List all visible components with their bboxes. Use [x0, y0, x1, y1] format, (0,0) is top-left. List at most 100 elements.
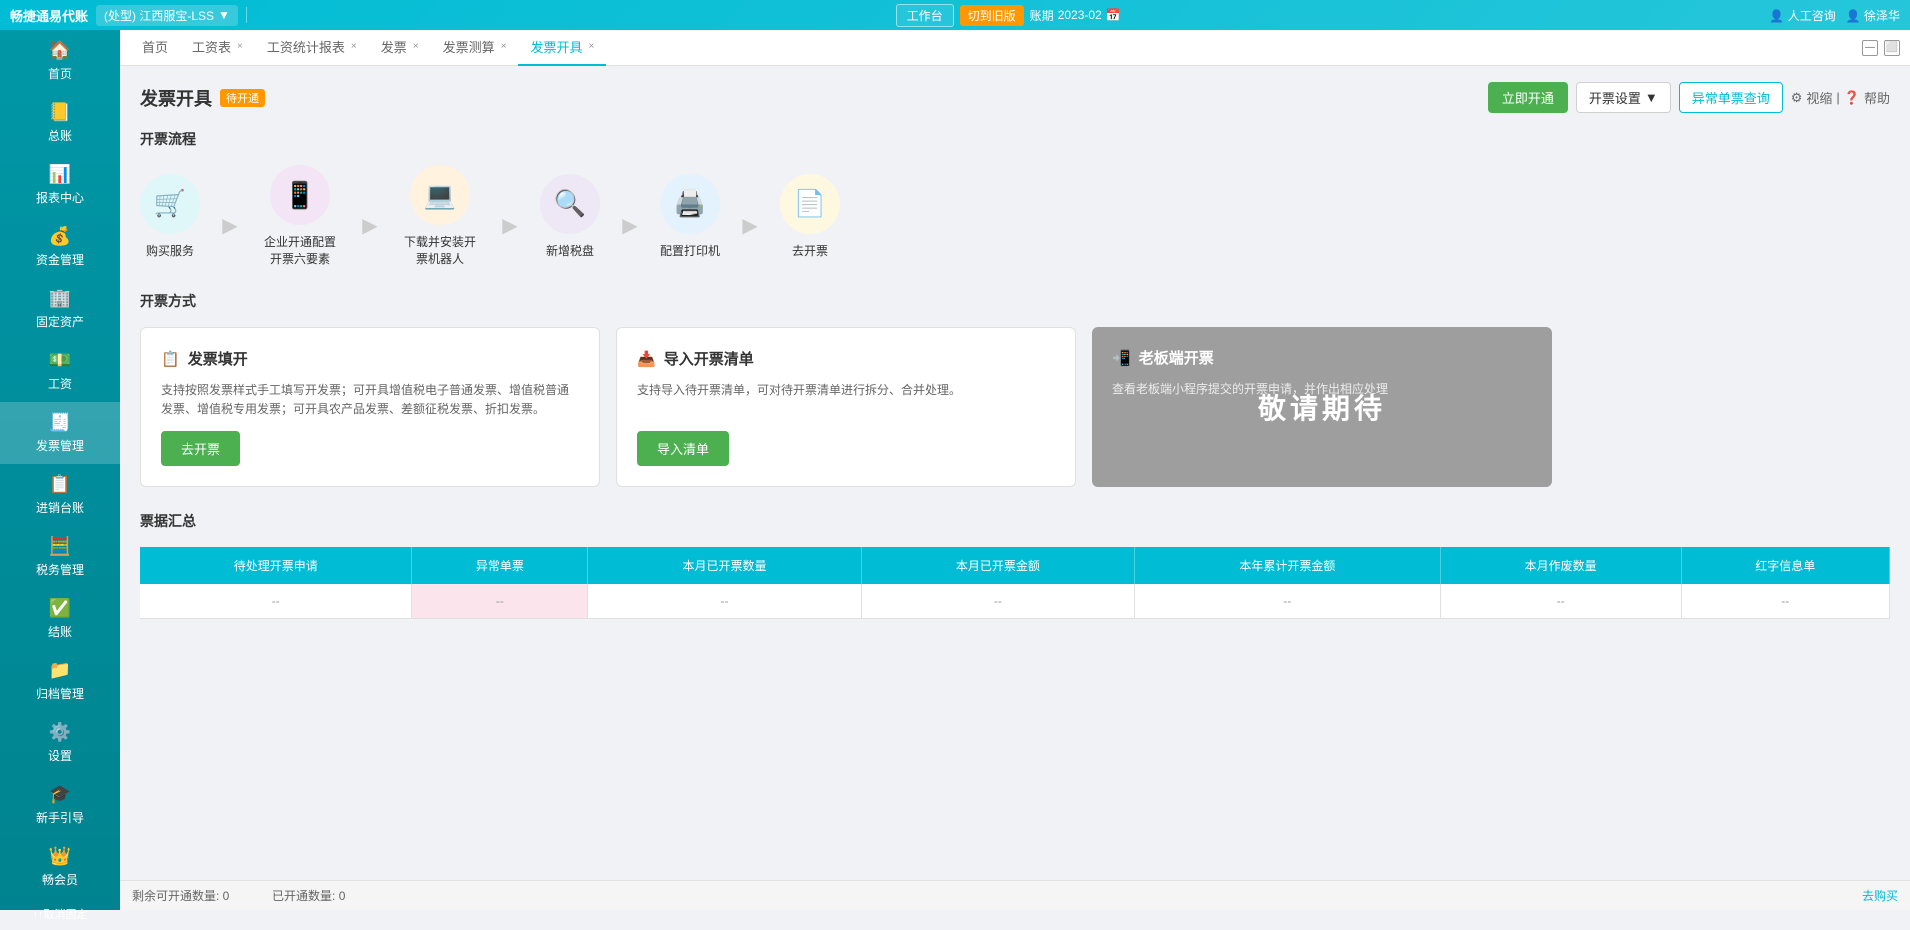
tab-bar: 首页 工资表 × 工资统计报表 × 发票 × 发票测算 × 发票开具 ×	[120, 30, 1910, 66]
method-section-title: 开票方式	[140, 291, 1890, 311]
open-now-button[interactable]: 立即开通	[1488, 82, 1568, 113]
company-selector[interactable]: (处型) 江西服宝-LSS ▼	[96, 5, 238, 26]
coming-soon-text: 敬请期待	[1258, 387, 1386, 427]
summary-section-title: 票据汇总	[140, 511, 1890, 531]
reports-icon: 📊	[49, 164, 71, 185]
sidebar-label-salary: 工资	[48, 375, 72, 392]
tab-invoice-calc-close[interactable]: ×	[501, 41, 507, 52]
sidebar-item-reports[interactable]: 📊 报表中心	[0, 154, 120, 216]
method-import-title: 📥 导入开票清单	[637, 348, 1055, 369]
sidebar-item-ledger[interactable]: 📒 总账	[0, 92, 120, 154]
sidebar-item-purchase[interactable]: 📋 进销台账	[0, 464, 120, 526]
cell-red-info: --	[1681, 584, 1889, 619]
abnormal-query-button[interactable]: 异常单票查询	[1679, 82, 1783, 113]
col-red-info: 红字信息单	[1681, 547, 1889, 584]
tab-invoice-issue-label: 发票开具	[530, 37, 582, 56]
restore-button[interactable]: ⬜	[1884, 40, 1900, 56]
flow-arrow-3: ▶	[480, 195, 540, 238]
sidebar-item-member[interactable]: 👑 畅会员	[0, 836, 120, 898]
home-icon: 🏠	[49, 40, 71, 61]
page-body: 发票开具 待开通 立即开通 开票设置 ▼ 异常单票查询 ⚙ 视缩 | ❓	[120, 66, 1910, 880]
sidebar-item-funds[interactable]: 💰 资金管理	[0, 216, 120, 278]
pin-toggle[interactable]: ↑↑取消固定	[0, 898, 120, 930]
tab-salary-report-close[interactable]: ×	[351, 41, 357, 52]
flow-step-3: 💻 下载并安装开票机器人	[400, 165, 480, 267]
sidebar-item-invoice[interactable]: 🧾 发票管理	[0, 402, 120, 464]
tab-invoice-issue-close[interactable]: ×	[588, 41, 594, 52]
top-bar-center: 工作台 切到旧版 账期 2023-02 📅	[896, 4, 1121, 27]
sidebar-label-funds: 资金管理	[36, 251, 84, 268]
tab-invoice-close[interactable]: ×	[413, 41, 419, 52]
open-settings-button[interactable]: 开票设置 ▼	[1576, 82, 1671, 113]
summary-data-row: -- -- -- -- -- -- --	[140, 584, 1890, 619]
page-title: 发票开具	[140, 85, 212, 111]
flow-step-1-label: 购买服务	[146, 242, 194, 259]
page-header: 发票开具 待开通 立即开通 开票设置 ▼ 异常单票查询 ⚙ 视缩 | ❓	[140, 82, 1890, 113]
tab-invoice-calc-label: 发票测算	[443, 37, 495, 56]
summary-table: 待处理开票申请 异常单票 本月已开票数量 本月已开票金额 本年累计开票金额 本月…	[140, 547, 1890, 619]
method-card-old: 📲 老板端开票 查看老板端小程序提交的开票申请，并作出相应处理 敬请期待	[1092, 327, 1552, 487]
tab-invoice-issue[interactable]: 发票开具 ×	[518, 30, 606, 66]
tab-salary-table-close[interactable]: ×	[237, 41, 243, 52]
buy-link[interactable]: 去购买	[1862, 887, 1898, 904]
tab-salary-table[interactable]: 工资表 ×	[180, 30, 255, 66]
main-content: 首页 工资表 × 工资统计报表 × 发票 × 发票测算 × 发票开具 ×	[120, 30, 1910, 910]
sidebar-item-assets[interactable]: 🏢 固定资产	[0, 278, 120, 340]
method-old-title: 📲 老板端开票	[1112, 347, 1532, 368]
sidebar-item-settings[interactable]: ⚙️ 设置	[0, 712, 120, 774]
tab-salary-report[interactable]: 工资统计报表 ×	[255, 30, 369, 66]
period-edit-icon[interactable]: 📅	[1106, 8, 1121, 22]
go-issue-button[interactable]: 去开票	[161, 431, 240, 466]
sidebar-label-tax: 税务管理	[36, 561, 84, 578]
tab-invoice-calc[interactable]: 发票测算 ×	[431, 30, 519, 66]
minimize-button[interactable]: —	[1862, 40, 1878, 56]
funds-icon: 💰	[49, 226, 71, 247]
user-avatar[interactable]: 👤 徐泽华	[1846, 7, 1900, 24]
import-list-button[interactable]: 导入清单	[637, 431, 729, 466]
col-abnormal: 异常单票	[412, 547, 588, 584]
invoice-icon: 🧾	[49, 412, 71, 433]
bottom-bar-info: 剩余可开通数量: 0 已开通数量: 0	[132, 887, 345, 904]
flow-step-6: 📄 去开票	[780, 174, 840, 259]
flow-step-5: 🖨️ 配置打印机	[660, 174, 720, 259]
customer-service[interactable]: 👤 人工咨询	[1769, 7, 1835, 24]
sidebar-item-guide[interactable]: 🎓 新手引导	[0, 774, 120, 836]
flow-step-6-label: 去开票	[792, 242, 828, 259]
app-logo: 畅捷通易代账	[10, 6, 88, 25]
workspace-button[interactable]: 工作台	[896, 4, 954, 27]
purchase-icon: 📋	[49, 474, 71, 495]
flow-step-5-label: 配置打印机	[660, 242, 720, 259]
flow-step-1: 🛒 购买服务	[140, 174, 200, 259]
sidebar-item-tax[interactable]: 🧮 税务管理	[0, 526, 120, 588]
flow-steps: 🛒 购买服务 ▶ 📱 企业开通配置开票六要素 ▶ 💻 下载并安装开票机器人 ▶ …	[140, 165, 1890, 267]
method-manual-title: 📋 发票填开	[161, 348, 579, 369]
sidebar-item-home[interactable]: 🏠 首页	[0, 30, 120, 92]
method-old-label: 老板端开票	[1139, 347, 1214, 368]
sidebar-item-settle[interactable]: ✅ 结账	[0, 588, 120, 650]
sidebar-label-settle: 结账	[48, 623, 72, 640]
flow-arrow-5: ▶	[720, 195, 780, 238]
flow-step-4: 🔍 新增税盘	[540, 174, 600, 259]
sidebar-item-salary[interactable]: 💵 工资	[0, 340, 120, 402]
period-tag: 账期 2023-02 📅	[1030, 7, 1121, 24]
tab-home[interactable]: 首页	[130, 30, 180, 66]
period-label: 账期	[1030, 7, 1054, 24]
method-manual-icon: 📋	[161, 350, 180, 368]
method-import-desc: 支持导入待开票清单，可对待开票清单进行拆分、合并处理。	[637, 381, 1055, 400]
company-dropdown-icon: ▼	[218, 8, 230, 22]
sidebar-label-reports: 报表中心	[36, 189, 84, 206]
settings-icon: ⚙️	[49, 722, 71, 743]
tab-home-label: 首页	[142, 37, 168, 56]
sidebar-item-archive[interactable]: 📁 归档管理	[0, 650, 120, 712]
settle-icon: ✅	[49, 598, 71, 619]
method-import-label: 导入开票清单	[664, 348, 754, 369]
method-old-icon: 📲	[1112, 349, 1131, 367]
col-month-amount: 本月已开票金额	[861, 547, 1134, 584]
bottom-bar: 剩余可开通数量: 0 已开通数量: 0 去购买	[120, 880, 1910, 910]
sidebar-label-invoice: 发票管理	[36, 437, 84, 454]
sidebar: 🏠 首页 📒 总账 📊 报表中心 💰 资金管理 🏢 固定资产 💵 工资 🧾 发票…	[0, 30, 120, 910]
tab-invoice[interactable]: 发票 ×	[369, 30, 431, 66]
old-version-button[interactable]: 切到旧版	[960, 5, 1024, 26]
method-manual-label: 发票填开	[188, 348, 248, 369]
settings-dropdown-icon: ▼	[1645, 90, 1658, 105]
